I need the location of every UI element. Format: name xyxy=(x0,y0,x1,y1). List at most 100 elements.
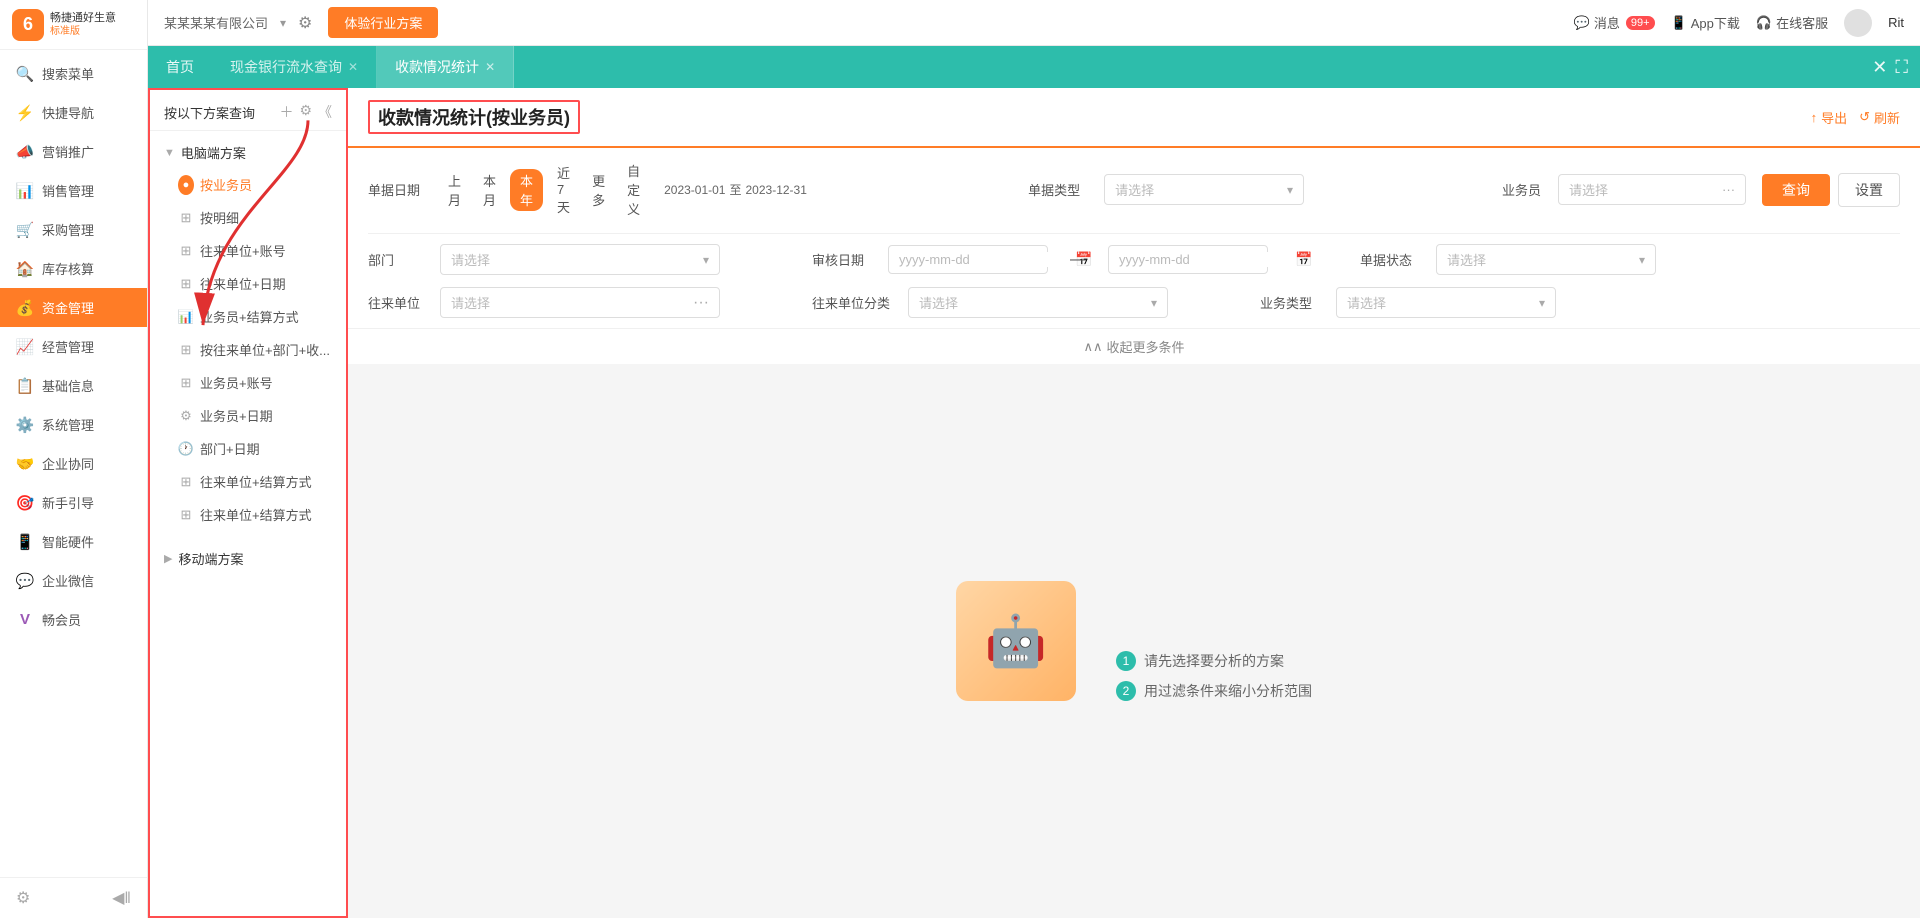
doc-type-dropdown-icon: ▾ xyxy=(1287,183,1293,197)
sidebar-item-finance[interactable]: 💰 资金管理 xyxy=(0,288,147,327)
quick-nav-icon: ⚡ xyxy=(16,104,34,122)
tab-expand-icon[interactable]: ⛶ xyxy=(1895,57,1908,78)
scheme-header: 按以下方案查询 ＋ ⚙ 《 xyxy=(150,90,346,131)
tab-bank[interactable]: 现金银行流水查询 ✕ xyxy=(212,46,377,88)
counterpart-category-select[interactable]: 请选择 ▾ xyxy=(908,287,1168,318)
date-range-separator: 至 xyxy=(729,181,741,198)
sidebar-item-quick-nav[interactable]: ⚡ 快捷导航 xyxy=(0,93,147,132)
breadcrumb: 某某某某有限公司 xyxy=(164,13,268,32)
review-date-end-input[interactable]: 📅 xyxy=(1108,245,1268,274)
sidebar-item-marketing[interactable]: 📣 营销推广 xyxy=(0,132,147,171)
date-btn-last-month[interactable]: 上月 xyxy=(440,168,469,212)
doc-type-select[interactable]: 请选择 ▾ xyxy=(1104,174,1304,205)
main-area: 某某某某有限公司 ▾ ⚙ 体验行业方案 💬 消息 99+ 📱 App下载 🎧 在… xyxy=(148,0,1920,918)
logo-icon: 6 xyxy=(12,9,44,41)
member-icon: V xyxy=(16,611,34,629)
sidebar-item-operation[interactable]: 📈 经营管理 xyxy=(0,327,147,366)
salesman-select[interactable]: 请选择 ··· xyxy=(1558,174,1746,205)
mobile-group-header[interactable]: ▶ 移动端方案 xyxy=(150,543,346,574)
date-btn-last7days[interactable]: 近7天 xyxy=(549,160,578,219)
scheme-item-salesman-date[interactable]: ⚙ 业务员+日期 xyxy=(150,399,346,432)
empty-steps: 1 请先选择要分析的方案 2 用过滤条件来缩小分析范围 xyxy=(1116,651,1312,701)
scheme-item-by-detail[interactable]: ⊞ 按明细 xyxy=(150,201,346,234)
trial-button[interactable]: 体验行业方案 xyxy=(328,7,438,38)
header-left: 某某某某有限公司 ▾ ⚙ 体验行业方案 xyxy=(164,7,438,38)
scheme-panel: 按以下方案查询 ＋ ⚙ 《 ▼ 电脑端方案 ● xyxy=(148,88,348,918)
messages-action[interactable]: 💬 消息 99+ xyxy=(1574,13,1655,32)
settings-footer-icon[interactable]: ⚙ xyxy=(16,888,30,908)
scheme-cs2-icon: ⊞ xyxy=(178,507,194,523)
mobile-group-label: 移动端方案 xyxy=(178,549,332,568)
step-2-num: 2 xyxy=(1116,681,1136,701)
sidebar-item-guide[interactable]: 🎯 新手引导 xyxy=(0,483,147,522)
breadcrumb-dropdown-icon[interactable]: ▾ xyxy=(280,16,286,30)
sidebar-item-system[interactable]: ⚙️ 系统管理 xyxy=(0,405,147,444)
right-content: 收款情况统计(按业务员) ↑ 导出 ↺ 刷新 xyxy=(348,88,1920,918)
sidebar-item-member[interactable]: V 畅会员 xyxy=(0,600,147,639)
settings-scheme-icon[interactable]: ⚙ xyxy=(299,102,312,122)
sidebar-item-wechat[interactable]: 💬 企业微信 xyxy=(0,561,147,600)
scheme-cp-date-icon: ⊞ xyxy=(178,276,194,292)
counterpart-cat-dropdown-icon: ▾ xyxy=(1151,296,1157,310)
scheme-cs1-icon: ⊞ xyxy=(178,474,194,490)
dept-dropdown-icon: ▾ xyxy=(703,253,709,267)
app-download-action[interactable]: 📱 App下载 xyxy=(1671,13,1740,32)
sidebar-item-purchase[interactable]: 🛒 采购管理 xyxy=(0,210,147,249)
review-date-start-input[interactable]: 📅 xyxy=(888,245,1048,274)
tab-close-all-icon[interactable]: ✕ xyxy=(1872,57,1887,78)
scheme-item-by-dept-collection[interactable]: ⊞ 按往来单位+部门+收... xyxy=(150,333,346,366)
collapse-row[interactable]: ∧∧ 收起更多条件 xyxy=(348,328,1920,364)
scheme-item-counterpart-settlement1[interactable]: ⊞ 往来单位+结算方式 xyxy=(150,465,346,498)
tab-collection-close-icon[interactable]: ✕ xyxy=(485,60,495,74)
tab-bank-close-icon[interactable]: ✕ xyxy=(348,60,358,74)
sidebar-item-basic[interactable]: 📋 基础信息 xyxy=(0,366,147,405)
header-right: 💬 消息 99+ 📱 App下载 🎧 在线客服 Rit xyxy=(1574,9,1904,37)
tab-home[interactable]: 首页 xyxy=(148,46,212,88)
collapse-sidebar-icon[interactable]: ◀‖ xyxy=(112,888,131,908)
settings-button[interactable]: 设置 xyxy=(1838,173,1900,207)
date-btn-this-month[interactable]: 本月 xyxy=(475,168,504,212)
date-btn-custom[interactable]: 自定义 xyxy=(619,158,648,221)
scheme-item-salesman-account[interactable]: ⊞ 业务员+账号 xyxy=(150,366,346,399)
header-gear-icon[interactable]: ⚙ xyxy=(298,13,312,33)
sidebar-item-enterprise[interactable]: 🤝 企业协同 xyxy=(0,444,147,483)
refresh-button[interactable]: ↺ 刷新 xyxy=(1859,108,1900,127)
scheme-sa-icon: ⊞ xyxy=(178,375,194,391)
export-button[interactable]: ↑ 导出 xyxy=(1811,108,1848,127)
sidebar-item-sales[interactable]: 📊 销售管理 xyxy=(0,171,147,210)
sales-icon: 📊 xyxy=(16,182,34,200)
scheme-item-counterpart-settlement2[interactable]: ⊞ 往来单位+结算方式 xyxy=(150,498,346,531)
scheme-item-by-salesman[interactable]: ● 按业务员 xyxy=(150,168,346,201)
scheme-item-counterpart-date[interactable]: ⊞ 往来单位+日期 xyxy=(150,267,346,300)
review-date-end-field[interactable] xyxy=(1119,252,1295,267)
filter-area-top: 单据日期 上月 本月 本年 近7天 更多 自定义 2023-01-01 至 xyxy=(348,148,1920,328)
inventory-icon: 🏠 xyxy=(16,260,34,278)
business-type-select[interactable]: 请选择 ▾ xyxy=(1336,287,1556,318)
review-date-start-field[interactable] xyxy=(899,252,1075,267)
empty-illustration: 🤖 xyxy=(956,581,1076,701)
sidebar-item-search[interactable]: 🔍 搜索菜单 xyxy=(0,54,147,93)
tab-collection[interactable]: 收款情况统计 ✕ xyxy=(377,46,514,88)
counterpart-select[interactable]: 请选择 ··· xyxy=(440,287,720,318)
doc-status-select[interactable]: 请选择 ▾ xyxy=(1436,244,1656,275)
sidebar-item-inventory[interactable]: 🏠 库存核算 xyxy=(0,249,147,288)
counterpart-more-icon[interactable]: ··· xyxy=(693,294,709,312)
salesman-more-icon[interactable]: ··· xyxy=(1722,182,1735,197)
date-btn-more[interactable]: 更多 xyxy=(584,168,613,212)
marketing-icon: 📣 xyxy=(16,143,34,161)
sidebar-item-hardware[interactable]: 📱 智能硬件 xyxy=(0,522,147,561)
desktop-group-header[interactable]: ▼ 电脑端方案 xyxy=(150,137,346,168)
scheme-item-salesman-settlement[interactable]: 📊 业务员+结算方式 xyxy=(150,300,346,333)
scheme-item-dept-date[interactable]: 🕐 部门+日期 xyxy=(150,432,346,465)
add-scheme-icon[interactable]: ＋ xyxy=(279,102,293,122)
collapse-scheme-icon[interactable]: 《 xyxy=(318,102,332,122)
customer-service-action[interactable]: 🎧 在线客服 xyxy=(1756,13,1828,32)
query-button[interactable]: 查询 xyxy=(1762,174,1830,206)
date-btn-this-year[interactable]: 本年 xyxy=(510,169,543,211)
filter-row-3: 往来单位 请选择 ··· 往来单位分类 请选择 ▾ xyxy=(368,287,1900,318)
dept-select[interactable]: 请选择 ▾ xyxy=(440,244,720,275)
app-download-icon: 📱 xyxy=(1671,15,1687,31)
calendar-end-icon[interactable]: 📅 xyxy=(1295,251,1312,268)
scheme-item-counterpart-account[interactable]: ⊞ 往来单位+账号 xyxy=(150,234,346,267)
user-avatar[interactable] xyxy=(1844,9,1872,37)
